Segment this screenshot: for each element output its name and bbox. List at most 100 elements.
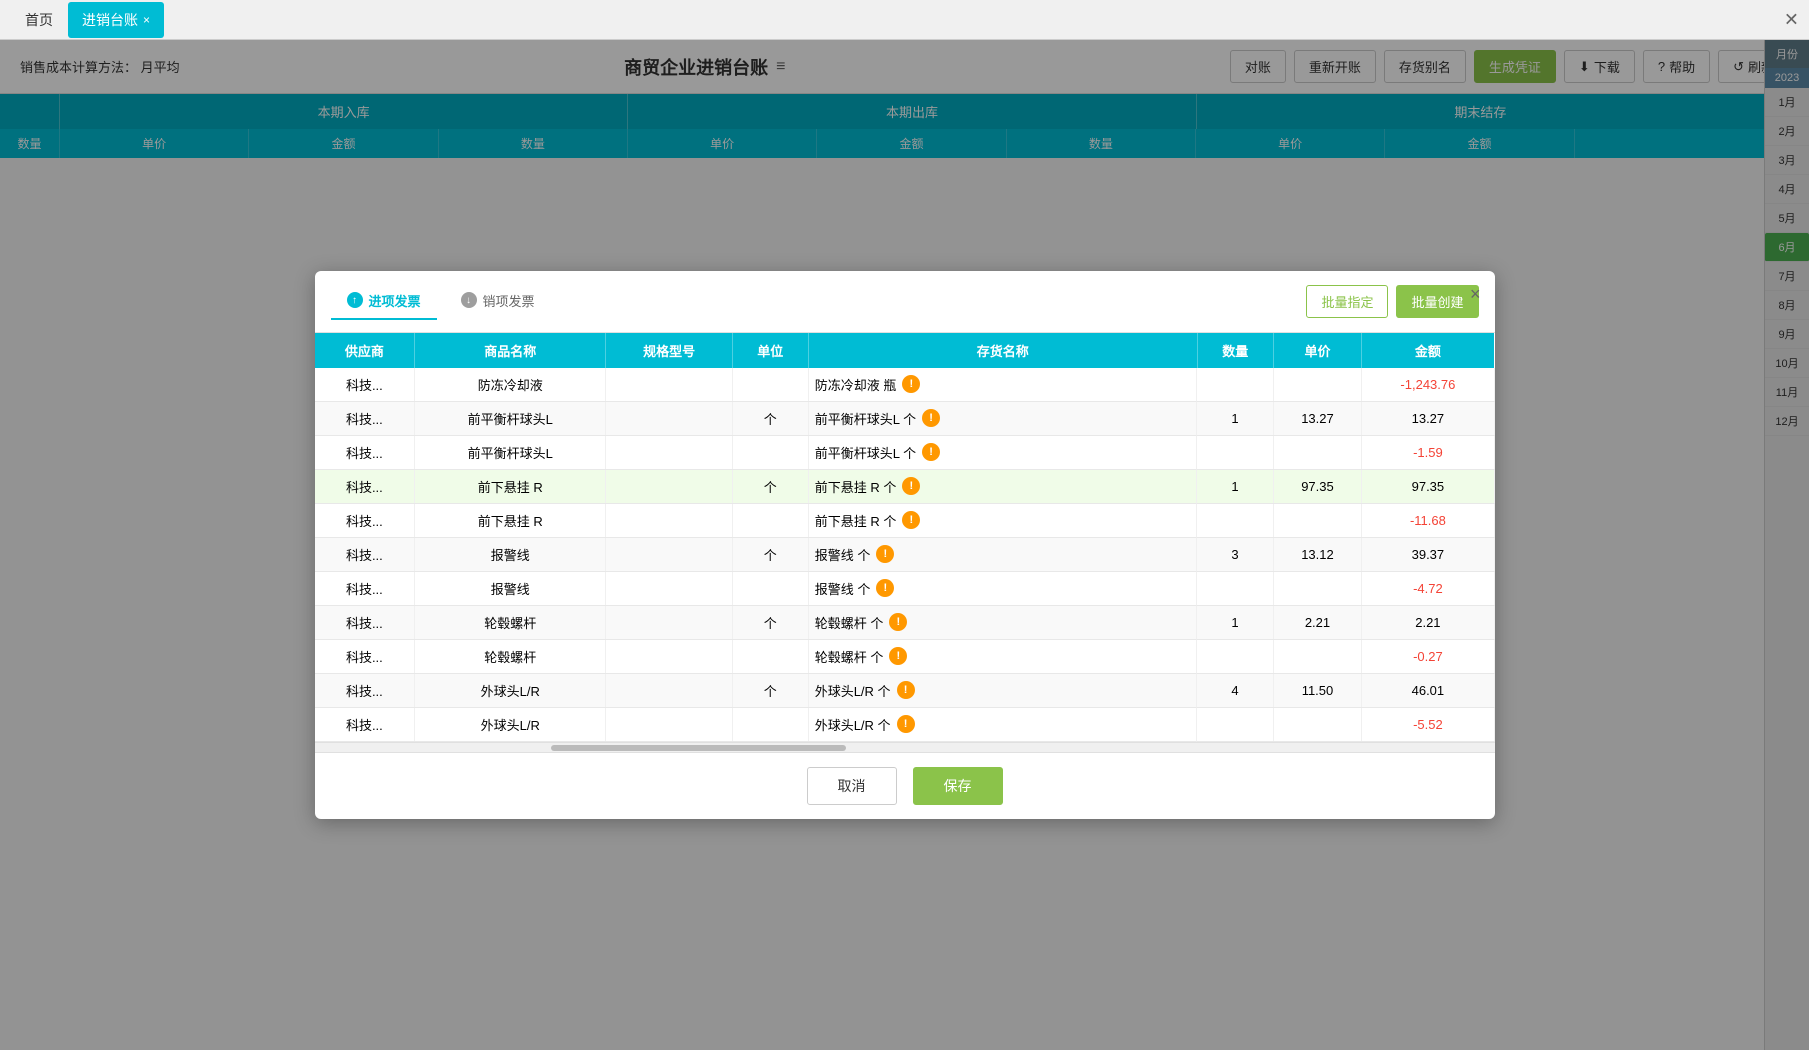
cell-supplier-4: 科技...: [315, 504, 415, 538]
tab-ledger-close[interactable]: ×: [143, 13, 150, 27]
warning-icon-5: !: [876, 545, 894, 563]
table-row[interactable]: 科技... 前平衡杆球头L 前平衡杆球头L 个 ! -1.59: [315, 436, 1495, 470]
inventory-name-text-5: 报警线 个: [815, 545, 871, 564]
cell-amount-10: -5.52: [1362, 708, 1494, 742]
cell-amount-6: -4.72: [1362, 572, 1494, 606]
cell-inventory-5: 报警线 个 !: [809, 538, 1198, 572]
table-row[interactable]: 科技... 报警线 报警线 个 ! -4.72: [315, 572, 1495, 606]
cell-spec-3: [606, 470, 732, 504]
cell-spec-6: [606, 572, 732, 606]
cell-unit-3: 个: [732, 470, 808, 504]
warning-icon-4: !: [902, 511, 920, 529]
th-spec: 规格型号: [606, 333, 732, 368]
cell-supplier-7: 科技...: [315, 606, 415, 640]
cell-supplier-3: 科技...: [315, 470, 415, 504]
cell-spec-5: [606, 538, 732, 572]
modal-close-button[interactable]: ×: [1470, 285, 1481, 303]
cell-spec-4: [606, 504, 732, 538]
inventory-name-text-0: 防冻冷却液 瓶: [815, 375, 897, 394]
th-product-name: 商品名称: [415, 333, 606, 368]
cell-spec-10: [606, 708, 732, 742]
cell-supplier-6: 科技...: [315, 572, 415, 606]
cell-product-1: 前平衡杆球头L: [415, 402, 606, 436]
cell-inventory-2: 前平衡杆球头L 个 !: [809, 436, 1198, 470]
cell-quantity-0: [1197, 368, 1273, 402]
cell-unit-7: 个: [732, 606, 808, 640]
cell-unit-5: 个: [732, 538, 808, 572]
warning-icon-3: !: [902, 477, 920, 495]
batch-assign-button[interactable]: 批量指定: [1306, 285, 1388, 318]
cell-product-6: 报警线: [415, 572, 606, 606]
cell-unit-price-5: 13.12: [1273, 538, 1362, 572]
inventory-name-text-3: 前下悬挂 R 个: [815, 477, 897, 496]
cancel-button[interactable]: 取消: [807, 767, 897, 805]
invoice-table: 供应商 商品名称 规格型号 单位 存货名称 数量 单价 金额 科技... 防冻冷…: [315, 333, 1495, 743]
cell-unit-2: [732, 436, 808, 470]
cell-product-4: 前下悬挂 R: [415, 504, 606, 538]
table-row[interactable]: 科技... 前下悬挂 R 个 前下悬挂 R 个 ! 1 97.35 97.35: [315, 470, 1495, 504]
modal-action-buttons: 批量指定 批量创建: [1306, 285, 1478, 318]
cell-amount-0: -1,243.76: [1362, 368, 1494, 402]
cell-inventory-10: 外球头L/R 个 !: [809, 708, 1198, 742]
cell-amount-4: -11.68: [1362, 504, 1494, 538]
cell-inventory-9: 外球头L/R 个 !: [809, 674, 1198, 708]
table-row[interactable]: 科技... 轮毂螺杆 个 轮毂螺杆 个 ! 1 2.21 2.21: [315, 606, 1495, 640]
cell-supplier-2: 科技...: [315, 436, 415, 470]
cell-quantity-2: [1197, 436, 1273, 470]
cell-unit-price-6: [1273, 572, 1362, 606]
scrollbar-thumb[interactable]: [551, 745, 846, 751]
cell-unit-8: [732, 640, 808, 674]
table-row[interactable]: 科技... 前下悬挂 R 前下悬挂 R 个 ! -11.68: [315, 504, 1495, 538]
cell-product-0: 防冻冷却液: [415, 368, 606, 402]
table-row[interactable]: 科技... 外球头L/R 外球头L/R 个 ! -5.52: [315, 708, 1495, 742]
cell-product-5: 报警线: [415, 538, 606, 572]
tab-ledger[interactable]: 进销台账 ×: [68, 2, 164, 38]
th-unit-price: 单价: [1273, 333, 1362, 368]
modal-table-body: 科技... 防冻冷却液 防冻冷却液 瓶 ! -1,243.76 科技... 前平…: [315, 368, 1495, 742]
cell-product-3: 前下悬挂 R: [415, 470, 606, 504]
cell-amount-5: 39.37: [1362, 538, 1494, 572]
th-amount: 金额: [1362, 333, 1494, 368]
cell-unit-4: [732, 504, 808, 538]
cell-unit-price-0: [1273, 368, 1362, 402]
cell-quantity-9: 4: [1197, 674, 1273, 708]
cell-inventory-8: 轮毂螺杆 个 !: [809, 640, 1198, 674]
inventory-name-text-10: 外球头L/R 个: [815, 715, 891, 734]
cell-quantity-3: 1: [1197, 470, 1273, 504]
modal-dialog: ↑ 进项发票 ↓ 销项发票 批量指定 批量创建 × 供应: [315, 271, 1495, 820]
inventory-name-text-7: 轮毂螺杆 个: [815, 613, 884, 632]
table-row[interactable]: 科技... 防冻冷却液 防冻冷却液 瓶 ! -1,243.76: [315, 368, 1495, 402]
th-unit: 单位: [732, 333, 808, 368]
cell-quantity-5: 3: [1197, 538, 1273, 572]
cell-spec-8: [606, 640, 732, 674]
window-close-button[interactable]: ✕: [1784, 9, 1799, 30]
modal-header: ↑ 进项发票 ↓ 销项发票 批量指定 批量创建 ×: [315, 271, 1495, 333]
table-row[interactable]: 科技... 报警线 个 报警线 个 ! 3 13.12 39.37: [315, 538, 1495, 572]
tab-purchase-invoice[interactable]: ↑ 进项发票: [331, 283, 437, 320]
cell-quantity-1: 1: [1197, 402, 1273, 436]
cell-unit-9: 个: [732, 674, 808, 708]
cell-unit-price-9: 11.50: [1273, 674, 1362, 708]
batch-create-button[interactable]: 批量创建: [1396, 285, 1478, 318]
cell-inventory-4: 前下悬挂 R 个 !: [809, 504, 1198, 538]
cell-spec-2: [606, 436, 732, 470]
table-row[interactable]: 科技... 前平衡杆球头L 个 前平衡杆球头L 个 ! 1 13.27 13.2…: [315, 402, 1495, 436]
tab-sales-label: 销项发票: [483, 291, 535, 310]
warning-icon-10: !: [897, 715, 915, 733]
cell-supplier-5: 科技...: [315, 538, 415, 572]
modal-scrollbar[interactable]: [315, 742, 1495, 752]
table-row[interactable]: 科技... 外球头L/R 个 外球头L/R 个 ! 4 11.50 46.01: [315, 674, 1495, 708]
table-row[interactable]: 科技... 轮毂螺杆 轮毂螺杆 个 ! -0.27: [315, 640, 1495, 674]
save-button[interactable]: 保存: [913, 767, 1003, 805]
tab-sales-invoice[interactable]: ↓ 销项发票: [445, 283, 551, 320]
cell-spec-0: [606, 368, 732, 402]
cell-supplier-10: 科技...: [315, 708, 415, 742]
cell-quantity-8: [1197, 640, 1273, 674]
cell-amount-3: 97.35: [1362, 470, 1494, 504]
cell-product-9: 外球头L/R: [415, 674, 606, 708]
cell-supplier-9: 科技...: [315, 674, 415, 708]
cell-unit-price-2: [1273, 436, 1362, 470]
cell-spec-7: [606, 606, 732, 640]
cell-product-8: 轮毂螺杆: [415, 640, 606, 674]
tab-home[interactable]: 首页: [10, 1, 68, 39]
